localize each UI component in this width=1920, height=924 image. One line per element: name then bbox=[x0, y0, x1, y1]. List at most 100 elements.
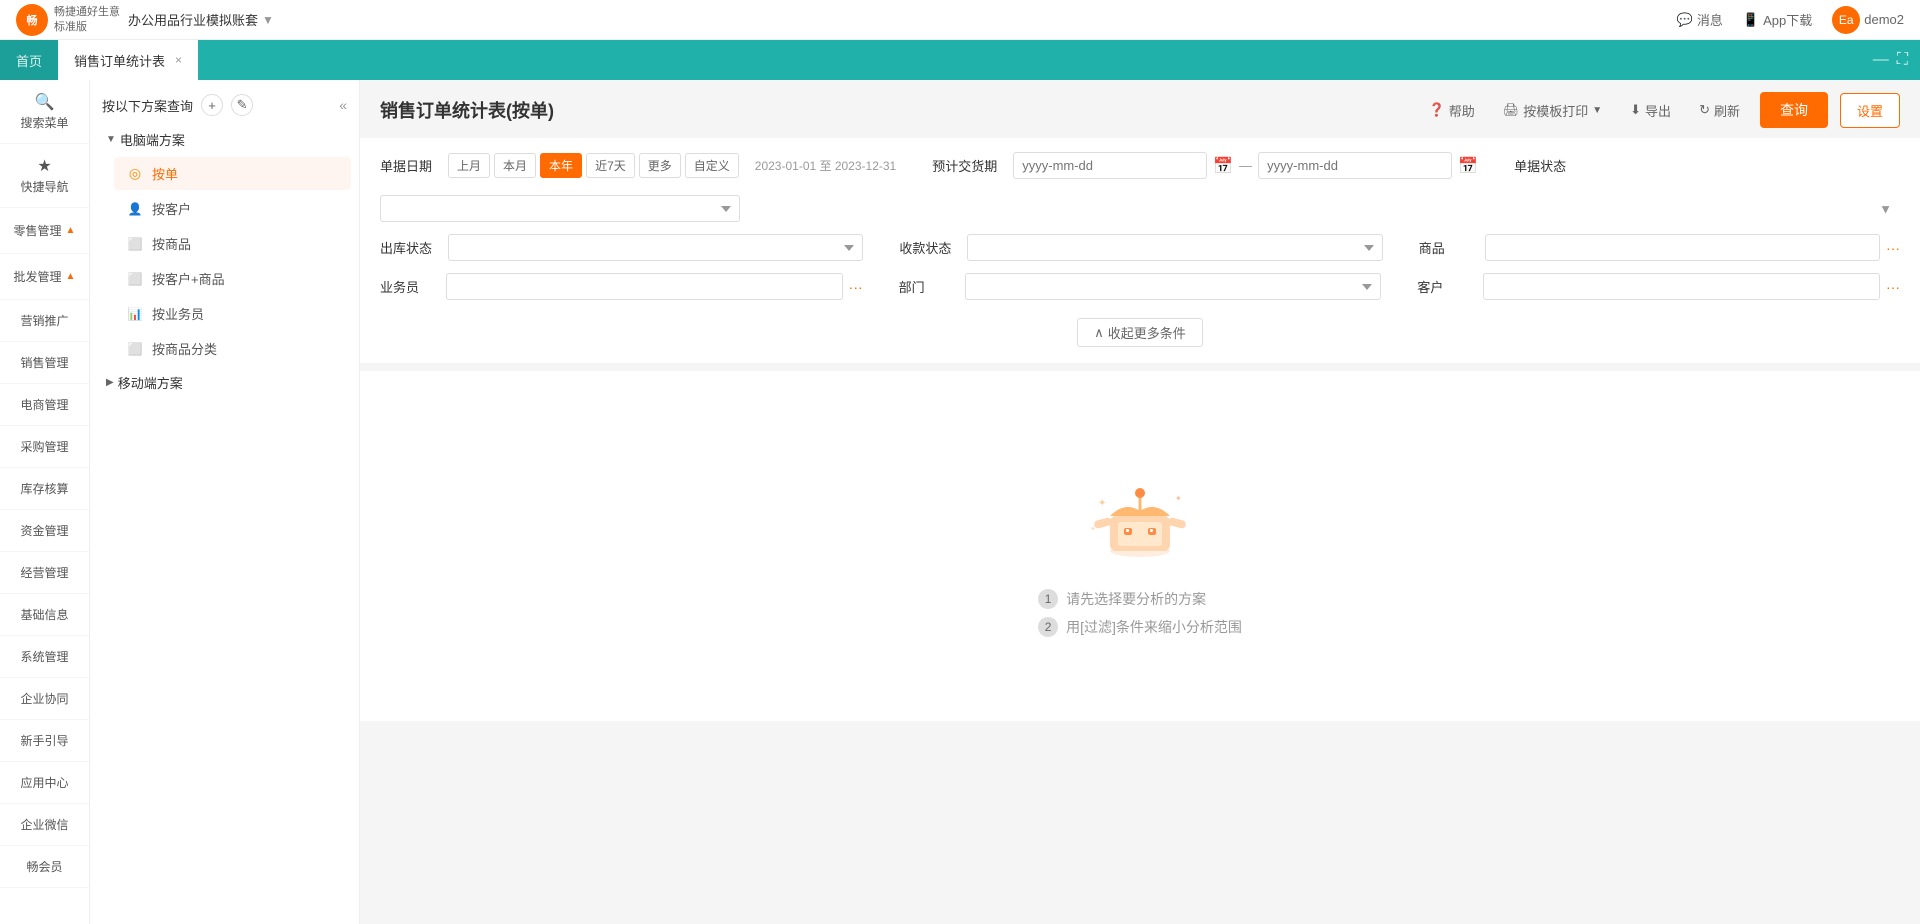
sidebar-item-purchase[interactable]: 采购管理 bbox=[0, 426, 89, 468]
tab-sales-order-stats[interactable]: 销售订单统计表 × bbox=[58, 40, 198, 80]
payment-status-select[interactable] bbox=[967, 234, 1382, 261]
collapse-more-btn[interactable]: ∧ 收起更多条件 bbox=[1077, 318, 1203, 347]
scheme-by-order[interactable]: ◎ 按单 bbox=[114, 157, 351, 190]
product-dots[interactable]: ··· bbox=[1886, 240, 1900, 256]
delivery-status-select[interactable] bbox=[448, 234, 863, 261]
message-icon: 💬 bbox=[1677, 12, 1693, 28]
app-download-icon: 📱 bbox=[1743, 12, 1759, 28]
app-download-btn[interactable]: 📱 App下载 bbox=[1743, 10, 1812, 29]
scheme-by-salesperson[interactable]: 📊 按业务员 bbox=[114, 297, 351, 330]
edit-scheme-btn[interactable]: ✎ bbox=[231, 94, 253, 116]
filter-row-3: 业务员 ··· 部门 客户 ··· bbox=[380, 273, 1900, 300]
sidebar-item-system[interactable]: 系统管理 bbox=[0, 636, 89, 678]
collapse-panel-btn[interactable]: « bbox=[339, 97, 347, 113]
status-select[interactable] bbox=[380, 195, 740, 222]
product-label: 商品 bbox=[1419, 238, 1469, 257]
delivery-status-label: 出库状态 bbox=[380, 238, 432, 257]
scheme-by-product[interactable]: ⬜ 按商品 bbox=[114, 227, 351, 260]
export-btn[interactable]: ⬇ 导出 bbox=[1622, 97, 1679, 124]
triangle-icon: ▼ bbox=[106, 134, 116, 145]
user-menu[interactable]: Ea demo2 bbox=[1832, 6, 1904, 34]
refresh-btn[interactable]: ↻ 刷新 bbox=[1691, 97, 1748, 124]
minimize-btn[interactable]: — bbox=[1873, 51, 1889, 69]
print-icon: 🖨 bbox=[1503, 102, 1520, 118]
filter-panel: 单据日期 上月 本月 本年 近7天 更多 自定义 2023-01-01 至 20… bbox=[360, 138, 1920, 363]
triangle-right-icon: ▶ bbox=[106, 377, 114, 388]
star-icon: ★ bbox=[37, 156, 51, 176]
sidebar-item-finance[interactable]: 资金管理 bbox=[0, 510, 89, 552]
custom-date-btn[interactable]: 自定义 bbox=[685, 153, 739, 178]
breadcrumb[interactable]: 办公用品行业模拟账套 ▼ bbox=[128, 10, 274, 29]
panel-toolbar: 按以下方案查询 + ✎ « bbox=[90, 88, 359, 124]
sidebar-item-app-center[interactable]: 应用中心 bbox=[0, 762, 89, 804]
pc-schemes-header[interactable]: ▼ 电脑端方案 bbox=[98, 124, 351, 155]
message-btn[interactable]: 💬 消息 bbox=[1677, 10, 1723, 29]
settings-btn[interactable]: 设置 bbox=[1840, 93, 1900, 128]
maximize-btn[interactable]: ⛶ bbox=[1897, 51, 1908, 69]
calendar-start-icon[interactable]: 📅 bbox=[1213, 156, 1233, 176]
status-select-wrapper: ▼ bbox=[380, 195, 1900, 222]
department-select[interactable] bbox=[965, 273, 1382, 300]
sidebar-item-newbie[interactable]: 新手引导 bbox=[0, 720, 89, 762]
this-year-btn[interactable]: 本年 bbox=[540, 153, 582, 178]
sidebar-item-basics[interactable]: 基础信息 bbox=[0, 594, 89, 636]
status-label: 单据状态 bbox=[1514, 156, 1566, 175]
customer-dots[interactable]: ··· bbox=[1886, 279, 1900, 295]
salesperson-dots[interactable]: ··· bbox=[849, 279, 863, 295]
tab-close-icon[interactable]: × bbox=[175, 53, 182, 67]
salesperson-input[interactable] bbox=[446, 273, 843, 300]
customer-label: 客户 bbox=[1417, 277, 1467, 296]
expected-delivery-end-input[interactable] bbox=[1258, 152, 1452, 179]
mobile-schemes-header[interactable]: ▶ 移动端方案 bbox=[98, 367, 351, 398]
collapse-row: ∧ 收起更多条件 bbox=[380, 312, 1900, 353]
sidebar-item-quick-nav[interactable]: ★ 快捷导航 bbox=[0, 144, 89, 208]
add-scheme-btn[interactable]: + bbox=[201, 94, 223, 116]
avatar: Ea bbox=[1832, 6, 1860, 34]
sidebar-item-wechat[interactable]: 企业微信 bbox=[0, 804, 89, 846]
svg-text:✦: ✦ bbox=[1098, 498, 1106, 509]
sidebar-item-ecommerce[interactable]: 电商管理 bbox=[0, 384, 89, 426]
tab-bar-actions: — ⛶ bbox=[1873, 51, 1920, 69]
scheme-by-customer[interactable]: 👤 按客户 bbox=[114, 192, 351, 225]
payment-status-label: 收款状态 bbox=[899, 238, 951, 257]
sidebar-item-member[interactable]: 畅会员 bbox=[0, 846, 89, 888]
page-actions: ❓ 帮助 🖨 按模板打印 ▼ ⬇ 导出 ↻ 刷新 查询 设置 bbox=[1421, 92, 1901, 128]
query-btn[interactable]: 查询 bbox=[1760, 92, 1828, 128]
sidebar-item-operations[interactable]: 经营管理 bbox=[0, 552, 89, 594]
sidebar-item-enterprise[interactable]: 企业协同 bbox=[0, 678, 89, 720]
sidebar-item-sales[interactable]: 销售管理 bbox=[0, 342, 89, 384]
scheme-by-customer-product[interactable]: ⬜ 按客户+商品 bbox=[114, 262, 351, 295]
page-title: 销售订单统计表(按单) bbox=[380, 97, 554, 123]
empty-icon: ✦ ✦ ✦ bbox=[1080, 456, 1200, 569]
sidebar-item-search-menu[interactable]: 🔍 搜索菜单 bbox=[0, 80, 89, 144]
template-print-btn[interactable]: 🖨 按模板打印 ▼ bbox=[1495, 97, 1610, 124]
by-customer-product-icon: ⬜ bbox=[126, 270, 144, 288]
filter-row-2: 出库状态 收款状态 商品 ··· bbox=[380, 234, 1900, 261]
empty-hints: 1 请先选择要分析的方案 2 用[过滤]条件来缩小分析范围 bbox=[1038, 589, 1242, 637]
product-input[interactable] bbox=[1485, 234, 1880, 261]
help-btn[interactable]: ❓ 帮助 bbox=[1421, 97, 1483, 124]
tab-home[interactable]: 首页 bbox=[0, 40, 58, 80]
print-dropdown-icon: ▼ bbox=[1592, 105, 1602, 116]
logo-icon: 畅 bbox=[16, 4, 48, 36]
page-header: 销售订单统计表(按单) ❓ 帮助 🖨 按模板打印 ▼ ⬇ 导出 ↻ 刷新 bbox=[360, 80, 1920, 138]
date-label: 单据日期 bbox=[380, 156, 432, 175]
scheme-by-product-category[interactable]: ⬜ 按商品分类 bbox=[114, 332, 351, 365]
last-month-btn[interactable]: 上月 bbox=[448, 153, 490, 178]
expected-delivery-start-input[interactable] bbox=[1013, 152, 1207, 179]
empty-illustration: ✦ ✦ ✦ bbox=[1080, 456, 1200, 566]
sidebar-item-retail[interactable]: 零售管理 ▲ bbox=[0, 208, 89, 254]
salesperson-label: 业务员 bbox=[380, 277, 430, 296]
empty-state: ✦ ✦ ✦ 1 请先选择要分析的方案 2 用[过滤]条件来缩小分析范围 bbox=[360, 371, 1920, 721]
last-7-days-btn[interactable]: 近7天 bbox=[586, 153, 635, 178]
calendar-end-icon[interactable]: 📅 bbox=[1458, 156, 1478, 176]
this-month-btn[interactable]: 本月 bbox=[494, 153, 536, 178]
customer-input[interactable] bbox=[1483, 273, 1880, 300]
sidebar-item-inventory[interactable]: 库存核算 bbox=[0, 468, 89, 510]
svg-text:✦: ✦ bbox=[1090, 525, 1096, 533]
sidebar-item-wholesale[interactable]: 批发管理 ▲ bbox=[0, 254, 89, 300]
breadcrumb-dropdown-icon[interactable]: ▼ bbox=[262, 13, 274, 27]
chevron-down-icon: ▲ bbox=[66, 225, 76, 236]
sidebar-item-marketing[interactable]: 营销推广 bbox=[0, 300, 89, 342]
more-date-btn[interactable]: 更多 bbox=[639, 153, 681, 178]
